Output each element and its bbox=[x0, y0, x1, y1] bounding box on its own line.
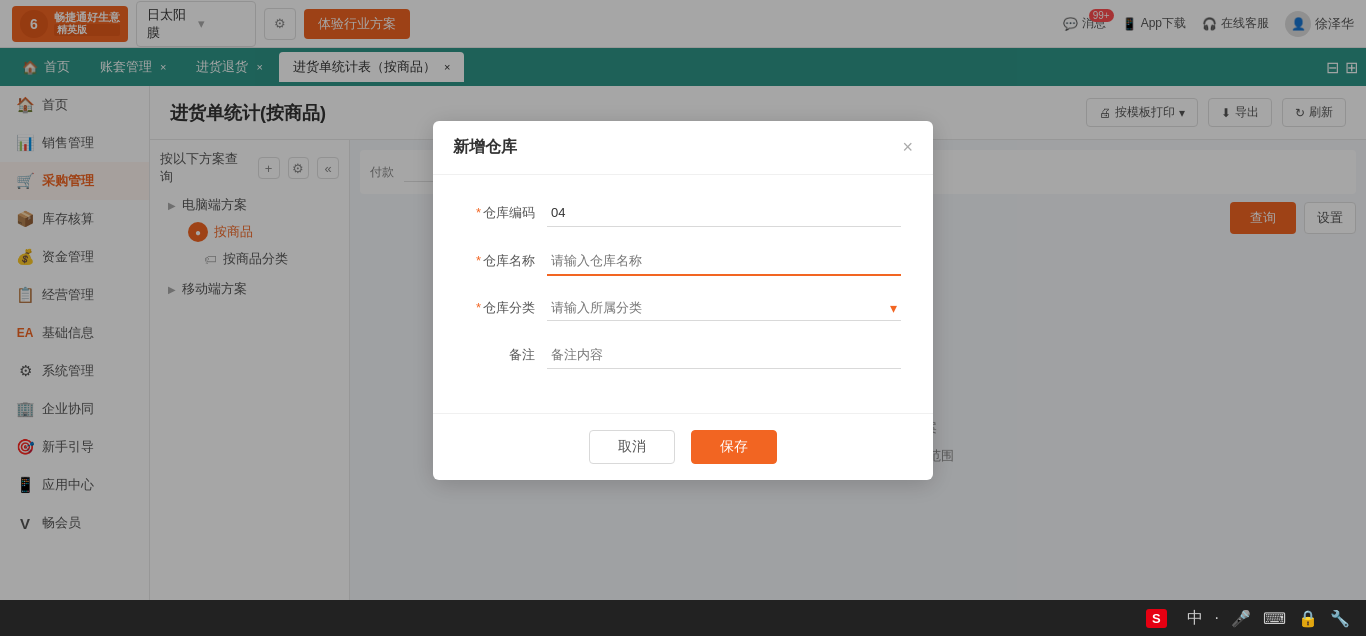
warehouse-code-input[interactable] bbox=[547, 199, 901, 227]
warehouse-name-input[interactable] bbox=[547, 247, 901, 276]
modal-footer: 取消 保存 bbox=[433, 413, 933, 480]
category-arrow-icon: ▾ bbox=[890, 300, 897, 316]
note-label: 备注 bbox=[465, 346, 535, 364]
category-select-wrap: ▾ bbox=[547, 296, 901, 321]
form-row-category: *仓库分类 ▾ bbox=[465, 296, 901, 321]
modal-overlay: 新增仓库 × *仓库编码 *仓库名称 *仓库分类 bbox=[0, 0, 1366, 600]
bottom-bar: S 中 · 🎤 ⌨ 🔒 🔧 bbox=[0, 600, 1366, 636]
modal-body: *仓库编码 *仓库名称 *仓库分类 ▾ bbox=[433, 175, 933, 413]
s-logo: S bbox=[1146, 609, 1167, 628]
form-row-note: 备注 bbox=[465, 341, 901, 369]
zh-icon[interactable]: 中 bbox=[1187, 608, 1203, 629]
modal-add-warehouse: 新增仓库 × *仓库编码 *仓库名称 *仓库分类 bbox=[433, 121, 933, 480]
modal-close-btn[interactable]: × bbox=[902, 137, 913, 158]
save-button[interactable]: 保存 bbox=[691, 430, 777, 464]
modal-title: 新增仓库 bbox=[453, 137, 517, 158]
category-input[interactable] bbox=[551, 300, 890, 315]
lock-icon[interactable]: 🔒 bbox=[1298, 609, 1318, 628]
code-label: *仓库编码 bbox=[465, 204, 535, 222]
keyboard-icon[interactable]: ⌨ bbox=[1263, 609, 1286, 628]
warehouse-note-input[interactable] bbox=[547, 341, 901, 369]
wrench-icon[interactable]: 🔧 bbox=[1330, 609, 1350, 628]
category-label: *仓库分类 bbox=[465, 299, 535, 317]
form-row-code: *仓库编码 bbox=[465, 199, 901, 227]
name-label: *仓库名称 bbox=[465, 252, 535, 270]
cancel-button[interactable]: 取消 bbox=[589, 430, 675, 464]
dot-icon[interactable]: · bbox=[1215, 609, 1219, 627]
form-row-name: *仓库名称 bbox=[465, 247, 901, 276]
mic-icon[interactable]: 🎤 bbox=[1231, 609, 1251, 628]
modal-header: 新增仓库 × bbox=[433, 121, 933, 175]
